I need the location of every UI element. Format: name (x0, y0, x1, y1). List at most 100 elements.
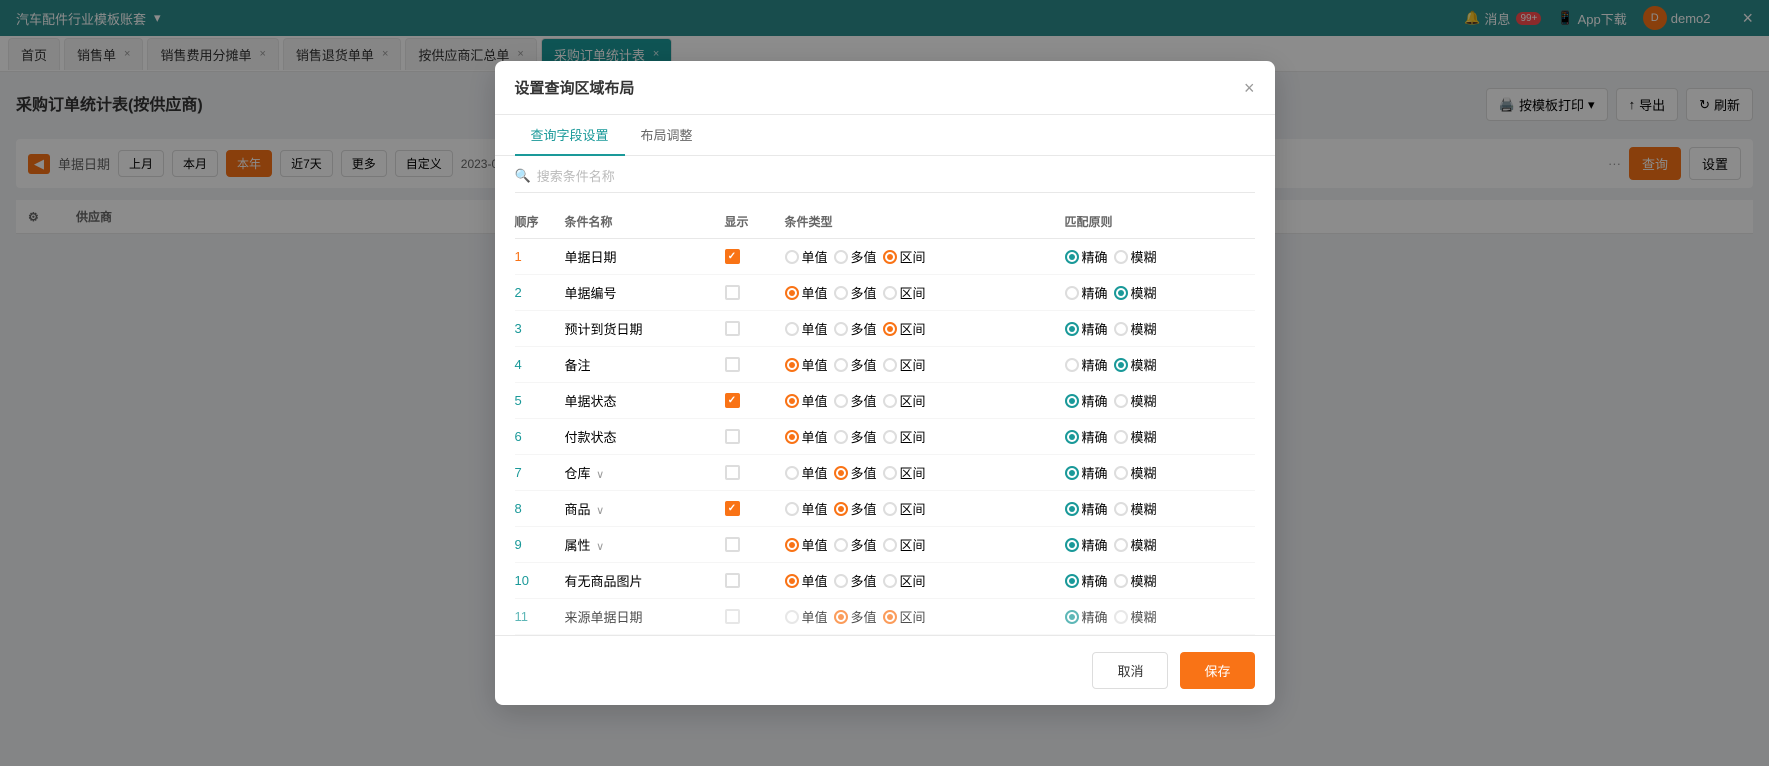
radio-single-circle (785, 610, 799, 624)
radio-exact[interactable]: 精确 (1065, 391, 1108, 410)
row-name: 备注 (565, 355, 725, 374)
radio-exact[interactable]: 精确 (1065, 607, 1108, 626)
radio-range[interactable]: 区间 (883, 355, 926, 374)
modal-tab-layout[interactable]: 布局调整 (625, 115, 709, 156)
radio-fuzzy[interactable]: 模糊 (1114, 355, 1157, 374)
checkbox-display (725, 249, 740, 264)
radio-range-circle (883, 610, 897, 624)
search-input[interactable] (537, 169, 1255, 184)
radio-multi-circle (834, 250, 848, 264)
row-order: 9 (515, 537, 565, 552)
radio-exact[interactable]: 精确 (1065, 247, 1108, 266)
row-display-check[interactable] (725, 321, 785, 336)
radio-multi[interactable]: 多值 (834, 283, 877, 302)
radio-single[interactable]: 单值 (785, 607, 828, 626)
row-match: 精确 模糊 (1065, 283, 1275, 302)
row-order: 5 (515, 393, 565, 408)
radio-multi[interactable]: 多值 (834, 319, 877, 338)
radio-exact[interactable]: 精确 (1065, 283, 1108, 302)
radio-fuzzy[interactable]: 模糊 (1114, 247, 1157, 266)
radio-exact[interactable]: 精确 (1065, 427, 1108, 446)
radio-fuzzy[interactable]: 模糊 (1114, 499, 1157, 518)
table-row: 11 来源单据日期 单值 多值 区间 (515, 599, 1255, 635)
radio-fuzzy[interactable]: 模糊 (1114, 391, 1157, 410)
row-display-check[interactable] (725, 249, 785, 264)
radio-single-circle (785, 466, 799, 480)
radio-single[interactable]: 单值 (785, 427, 828, 446)
row-order: 3 (515, 321, 565, 336)
radio-single-circle (785, 430, 799, 444)
search-icon: 🔍 (515, 168, 531, 184)
radio-multi[interactable]: 多值 (834, 391, 877, 410)
row-display-check[interactable] (725, 537, 785, 552)
radio-single[interactable]: 单值 (785, 247, 828, 266)
row-display-check[interactable] (725, 285, 785, 300)
row-order: 6 (515, 429, 565, 444)
radio-single-circle (785, 322, 799, 336)
radio-single[interactable]: 单值 (785, 571, 828, 590)
row-type: 单值 多值 区间 (785, 535, 1065, 554)
row-display-check[interactable] (725, 573, 785, 588)
radio-exact[interactable]: 精确 (1065, 499, 1108, 518)
radio-single[interactable]: 单值 (785, 355, 828, 374)
row-display-check[interactable] (725, 357, 785, 372)
modal-close-button[interactable]: × (1244, 79, 1255, 97)
radio-exact[interactable]: 精确 (1065, 535, 1108, 554)
radio-range[interactable]: 区间 (883, 607, 926, 626)
row-match: 精确 模糊 (1065, 427, 1275, 446)
radio-fuzzy[interactable]: 模糊 (1114, 535, 1157, 554)
radio-fuzzy[interactable]: 模糊 (1114, 607, 1157, 626)
row-display-check[interactable] (725, 609, 785, 624)
radio-range[interactable]: 区间 (883, 283, 926, 302)
checkbox-display (725, 501, 740, 516)
radio-range[interactable]: 区间 (883, 319, 926, 338)
save-button[interactable]: 保存 (1180, 652, 1254, 689)
radio-range[interactable]: 区间 (883, 391, 926, 410)
radio-multi[interactable]: 多值 (834, 463, 877, 482)
radio-range[interactable]: 区间 (883, 499, 926, 518)
radio-fuzzy-circle (1114, 466, 1128, 480)
row-display-check[interactable] (725, 465, 785, 480)
radio-range[interactable]: 区间 (883, 427, 926, 446)
radio-range[interactable]: 区间 (883, 571, 926, 590)
radio-range[interactable]: 区间 (883, 463, 926, 482)
radio-multi[interactable]: 多值 (834, 355, 877, 374)
table-row: 9 属性 ∨ 单值 多值 区间 (515, 527, 1255, 563)
radio-single[interactable]: 单值 (785, 535, 828, 554)
radio-fuzzy[interactable]: 模糊 (1114, 427, 1157, 446)
radio-fuzzy-circle (1114, 538, 1128, 552)
radio-multi[interactable]: 多值 (834, 571, 877, 590)
row-order: 2 (515, 285, 565, 300)
radio-fuzzy[interactable]: 模糊 (1114, 571, 1157, 590)
row-display-check[interactable] (725, 429, 785, 444)
radio-exact[interactable]: 精确 (1065, 463, 1108, 482)
radio-multi[interactable]: 多值 (834, 499, 877, 518)
row-name: 属性 ∨ (565, 535, 725, 554)
row-display-check[interactable] (725, 501, 785, 516)
radio-fuzzy[interactable]: 模糊 (1114, 319, 1157, 338)
table-row: 1 单据日期 单值 多值 区间 (515, 239, 1255, 275)
radio-range-circle (883, 358, 897, 372)
radio-single[interactable]: 单值 (785, 463, 828, 482)
modal-tab-query-fields[interactable]: 查询字段设置 (515, 115, 625, 156)
radio-multi[interactable]: 多值 (834, 535, 877, 554)
radio-multi[interactable]: 多值 (834, 427, 877, 446)
radio-single[interactable]: 单值 (785, 391, 828, 410)
radio-multi[interactable]: 多值 (834, 607, 877, 626)
radio-exact[interactable]: 精确 (1065, 571, 1108, 590)
radio-range[interactable]: 区间 (883, 247, 926, 266)
radio-multi-circle (834, 394, 848, 408)
row-display-check[interactable] (725, 393, 785, 408)
radio-multi[interactable]: 多值 (834, 247, 877, 266)
cancel-button[interactable]: 取消 (1092, 652, 1168, 689)
radio-fuzzy[interactable]: 模糊 (1114, 463, 1157, 482)
radio-fuzzy[interactable]: 模糊 (1114, 283, 1157, 302)
radio-exact[interactable]: 精确 (1065, 355, 1108, 374)
radio-single[interactable]: 单值 (785, 283, 828, 302)
radio-range[interactable]: 区间 (883, 535, 926, 554)
modal-table: 顺序 条件名称 显示 条件类型 匹配原则 1 单据日期 单值 (495, 205, 1275, 635)
radio-exact[interactable]: 精确 (1065, 319, 1108, 338)
row-type: 单值 多值 区间 (785, 499, 1065, 518)
radio-single[interactable]: 单值 (785, 499, 828, 518)
radio-single[interactable]: 单值 (785, 319, 828, 338)
